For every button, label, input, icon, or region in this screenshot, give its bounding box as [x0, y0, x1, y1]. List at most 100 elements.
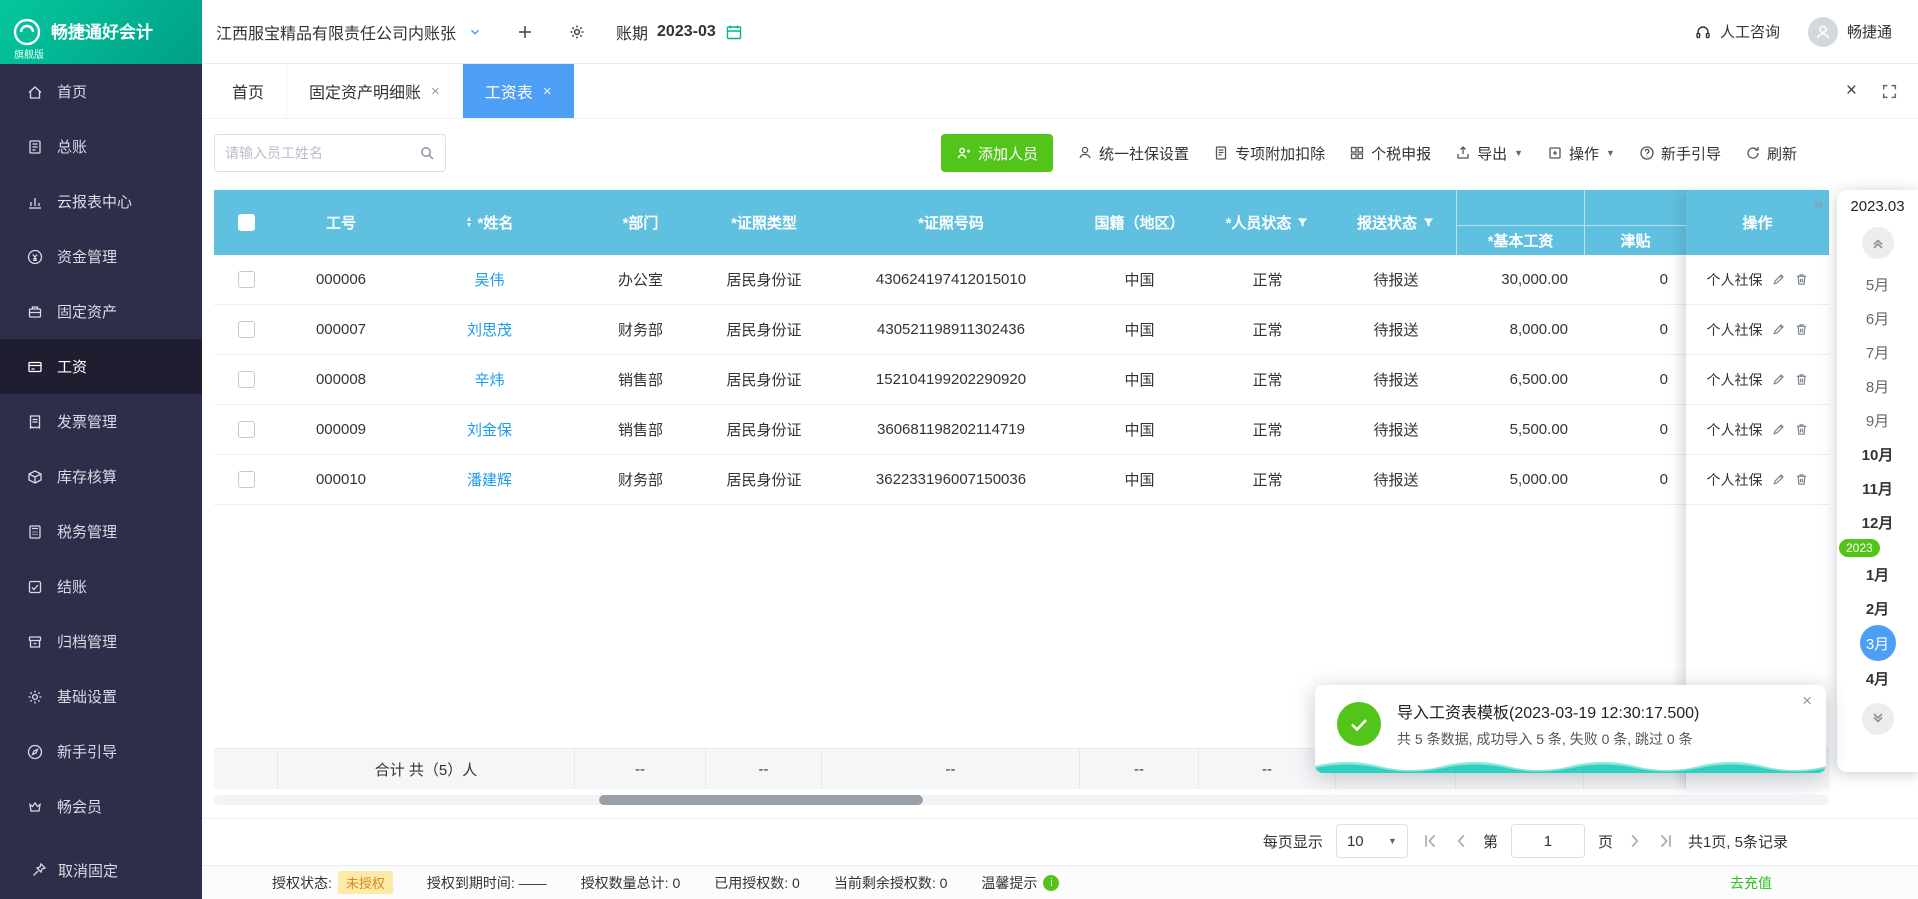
tab-salary-table[interactable]: 工资表 × [462, 64, 574, 118]
special-deduction-button[interactable]: 专项附加扣除 [1213, 143, 1325, 164]
first-page-icon[interactable] [1421, 832, 1439, 850]
sidebar-item-inventory[interactable]: 库存核算 [0, 449, 202, 504]
page-size-select[interactable]: 10 ▼ [1335, 824, 1408, 858]
personal-social-security-link[interactable]: 个人社保 [1707, 470, 1763, 490]
accounting-period[interactable]: 账期 2023-03 [616, 20, 743, 44]
month-item[interactable]: 1月 [1860, 557, 1896, 591]
cell-cert-number: 362233196007150036 [875, 471, 1027, 488]
social-security-settings-button[interactable]: 统一社保设置 [1077, 143, 1189, 164]
row-checkbox[interactable] [237, 271, 255, 289]
toolbar-actions: 添加人员 统一社保设置 专项附加扣除 个税申报 导出 ▼ 操作 ▼ 新手引导 刷… [941, 134, 1797, 172]
user-menu[interactable]: 畅捷通 [1807, 16, 1892, 47]
month-item[interactable]: 9月 [1860, 403, 1896, 437]
delete-icon[interactable] [1794, 372, 1809, 387]
delete-icon[interactable] [1794, 322, 1809, 337]
toast-close-icon[interactable]: × [1802, 691, 1812, 711]
row-checkbox[interactable] [237, 471, 255, 489]
tab-close-icon[interactable]: × [431, 83, 440, 100]
sidebar-item-label: 资金管理 [57, 249, 118, 266]
tab-close-icon[interactable]: × [543, 83, 552, 100]
tab-home[interactable]: 首页 [210, 64, 288, 118]
sidebar-item-fixed-assets[interactable]: 固定资产 [0, 284, 202, 339]
sidebar-item-label: 首页 [57, 84, 88, 101]
recharge-link[interactable]: 去充值 [1730, 873, 1772, 893]
add-account-button[interactable] [516, 23, 534, 41]
add-employee-button[interactable]: 添加人员 [941, 134, 1054, 172]
month-item-selected[interactable]: 3月 [1859, 625, 1896, 662]
fullscreen-icon[interactable] [1881, 83, 1898, 100]
search-icon[interactable] [419, 145, 435, 161]
scroll-months-up-button[interactable] [1861, 227, 1894, 259]
personal-social-security-link[interactable]: 个人社保 [1707, 420, 1763, 440]
export-button[interactable]: 导出 ▼ [1455, 143, 1523, 164]
personal-social-security-link[interactable]: 个人社保 [1707, 270, 1763, 290]
collapse-month-rail-icon[interactable]: » [1814, 194, 1823, 214]
username: 畅捷通 [1846, 24, 1892, 41]
edit-icon[interactable] [1771, 322, 1786, 337]
page-number-input[interactable] [1510, 824, 1585, 858]
cell-name-link[interactable]: 吴伟 [404, 269, 575, 290]
sidebar-item-funds[interactable]: 资金管理 [0, 229, 202, 284]
next-page-icon[interactable] [1626, 832, 1644, 850]
row-checkbox[interactable] [237, 421, 255, 439]
cell-name-link[interactable]: 刘思茂 [404, 319, 575, 340]
sort-icon[interactable]: ▲ ▼ [466, 216, 473, 229]
month-item[interactable]: 12月 [1860, 505, 1896, 539]
support-button[interactable]: 人工咨询 [1694, 21, 1780, 42]
sidebar-item-closing[interactable]: 结账 [0, 559, 202, 614]
tab-fixed-asset-ledger[interactable]: 固定资产明细账 × [287, 64, 463, 118]
horizontal-scrollbar[interactable] [214, 795, 1829, 805]
sidebar-item-invoices[interactable]: 发票管理 [0, 394, 202, 449]
filter-icon[interactable] [1296, 216, 1309, 229]
personal-social-security-link[interactable]: 个人社保 [1707, 320, 1763, 340]
scroll-months-down-button[interactable] [1861, 703, 1894, 736]
row-checkbox[interactable] [237, 321, 255, 339]
sidebar-item-salary[interactable]: 工资 [0, 339, 202, 394]
cell-name-link[interactable]: 潘建辉 [404, 469, 575, 490]
search-input[interactable] [225, 145, 419, 161]
prev-page-icon[interactable] [1452, 832, 1470, 850]
delete-icon[interactable] [1794, 472, 1809, 487]
month-item[interactable]: 4月 [1860, 661, 1896, 695]
edit-icon[interactable] [1771, 422, 1786, 437]
month-item[interactable]: 6月 [1860, 301, 1896, 335]
month-item[interactable]: 7月 [1860, 335, 1896, 369]
edit-icon[interactable] [1771, 272, 1786, 287]
cell-name-link[interactable]: 辛炜 [404, 369, 575, 390]
sidebar-item-settings[interactable]: 基础设置 [0, 669, 202, 724]
refresh-button[interactable]: 刷新 [1745, 143, 1797, 164]
operations-button[interactable]: 操作 ▼ [1547, 143, 1615, 164]
month-item[interactable]: 8月 [1860, 369, 1896, 403]
sidebar-item-archive[interactable]: 归档管理 [0, 614, 202, 669]
warm-tip: 温馨提示 i [981, 873, 1060, 893]
edit-icon[interactable] [1771, 472, 1786, 487]
month-item[interactable]: 5月 [1860, 267, 1896, 301]
guide-button[interactable]: 新手引导 [1639, 143, 1721, 164]
cell-name-link[interactable]: 刘金保 [404, 419, 575, 440]
sidebar-item-home[interactable]: 首页 [0, 64, 202, 119]
company-selector[interactable]: 江西服宝精品有限责任公司内账张 [216, 20, 482, 44]
month-item[interactable]: 2月 [1860, 591, 1896, 625]
unpin-sidebar-button[interactable]: 取消固定 [0, 849, 202, 891]
info-icon[interactable]: i [1043, 874, 1060, 891]
sidebar-item-guide[interactable]: 新手引导 [0, 724, 202, 779]
select-all-checkbox[interactable] [237, 214, 255, 231]
scrollbar-thumb[interactable] [599, 795, 923, 805]
delete-icon[interactable] [1794, 422, 1809, 437]
pin-icon [33, 862, 47, 876]
delete-icon[interactable] [1794, 272, 1809, 287]
sidebar-item-tax[interactable]: 税务管理 [0, 504, 202, 559]
sidebar-item-member[interactable]: 畅会员 [0, 779, 202, 834]
month-item[interactable]: 11月 [1860, 471, 1896, 505]
tax-filing-button[interactable]: 个税申报 [1349, 143, 1431, 164]
month-item[interactable]: 10月 [1860, 437, 1896, 471]
sidebar-item-cloud-reports[interactable]: 云报表中心 [0, 174, 202, 229]
sidebar-item-general-ledger[interactable]: 总账 [0, 119, 202, 174]
edit-icon[interactable] [1771, 372, 1786, 387]
row-checkbox[interactable] [237, 371, 255, 389]
personal-social-security-link[interactable]: 个人社保 [1707, 370, 1763, 390]
close-all-icon[interactable]: × [1846, 80, 1857, 102]
last-page-icon[interactable] [1657, 832, 1675, 850]
account-settings-button[interactable] [568, 23, 586, 41]
filter-icon[interactable] [1422, 216, 1435, 229]
